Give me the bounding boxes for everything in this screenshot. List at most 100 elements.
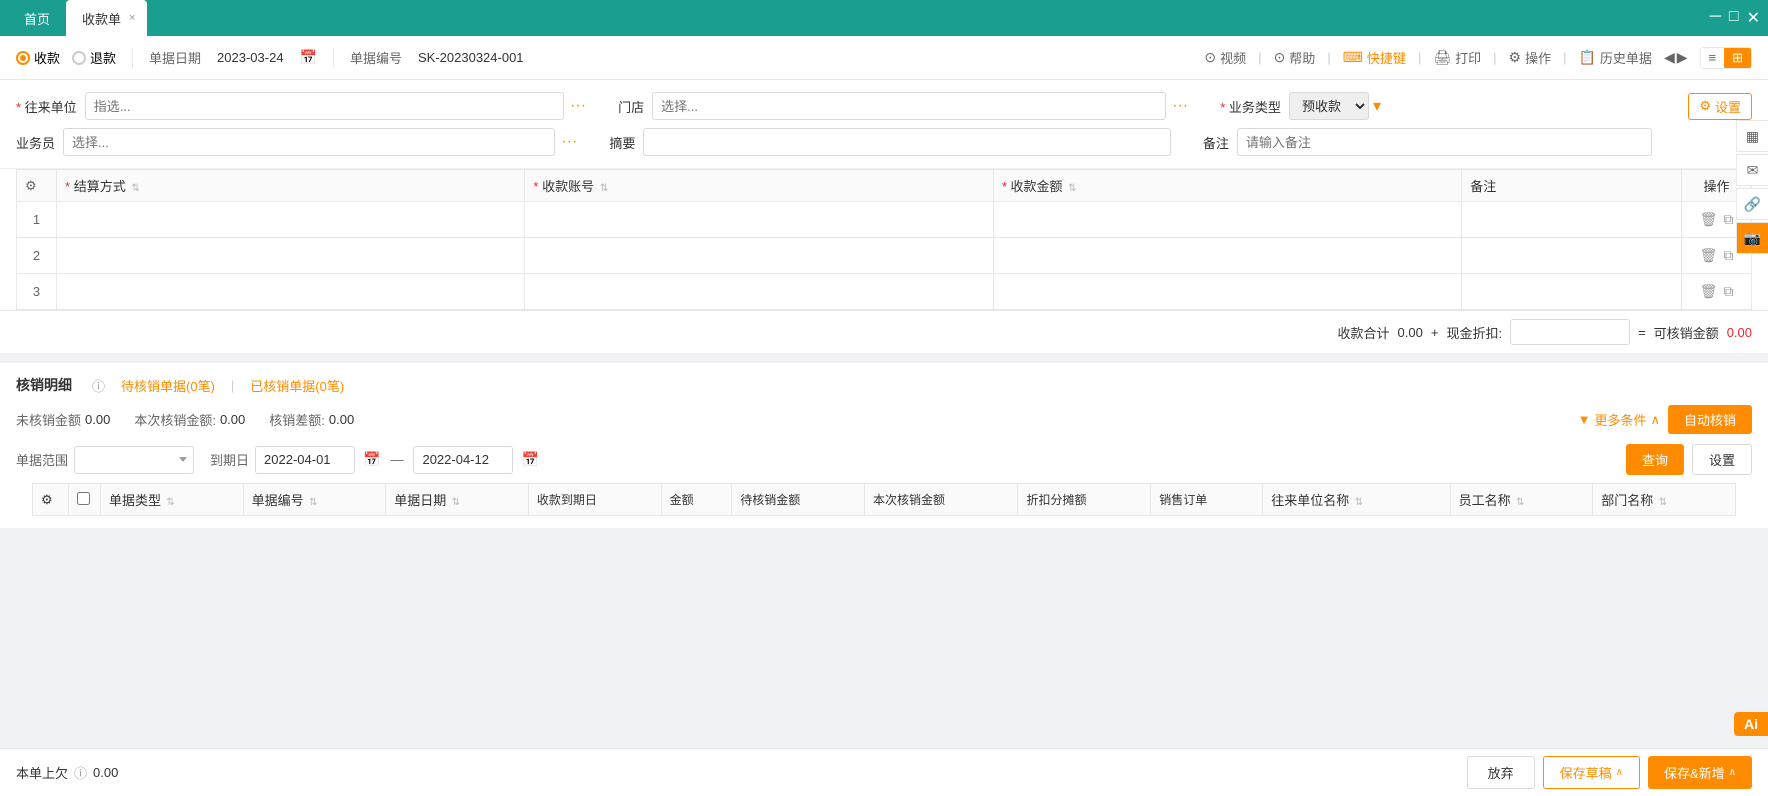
bth-department: 部门名称 ⇅ [1593, 484, 1736, 516]
row-2-note[interactable] [1462, 238, 1682, 274]
counterpart-input[interactable] [85, 92, 564, 120]
save-draft-btn[interactable]: 保存草稿 ∧ [1543, 756, 1640, 789]
date-end-icon[interactable]: 📅 [521, 451, 538, 468]
footer-right: 放弃 保存草稿 ∧ 保存&新增 ∧ [1467, 756, 1752, 789]
row-2-settle[interactable] [57, 238, 525, 274]
list-view-btn[interactable]: ≡ [1701, 48, 1725, 68]
sort-account-icon: ⇅ [600, 183, 608, 194]
row-1-copy-icon[interactable]: ⧉ [1723, 211, 1733, 228]
query-btn[interactable]: 查询 [1626, 444, 1684, 475]
discount-input[interactable] [1510, 319, 1630, 345]
writeoff-info-icon[interactable]: ⓘ [92, 376, 105, 395]
store-more-icon[interactable]: ··· [1172, 97, 1188, 115]
row-2-copy-icon[interactable]: ⧉ [1723, 247, 1733, 264]
more-filter-btn[interactable]: ▼ 更多条件 ∧ [1578, 410, 1660, 429]
total-equal: = [1638, 325, 1646, 340]
tab-home[interactable]: 首页 [8, 0, 66, 36]
note-input[interactable] [1237, 128, 1652, 156]
save-draft-label: 保存草稿 [1560, 763, 1612, 782]
bill-date-label: 单据日期 [149, 48, 201, 67]
save-new-btn[interactable]: 保存&新增 ∧ [1648, 756, 1752, 789]
total-value-1: 0.00 [1398, 325, 1423, 340]
row-2-account[interactable] [525, 238, 993, 274]
toolbar: 收款 退款 单据日期 2023-03-24 📅 单据编号 SK-20230324… [0, 36, 1768, 80]
keyboard-icon: ⌨ [1343, 49, 1363, 66]
sidebar-camera-icon[interactable]: 📷 [1736, 222, 1768, 254]
row-1-delete-icon[interactable]: 🗑 [1700, 211, 1718, 228]
row-2-delete-icon[interactable]: 🗑 [1700, 247, 1718, 264]
counterpart-more-icon[interactable]: ··· [570, 97, 586, 115]
filter-settings-btn[interactable]: 设置 [1692, 444, 1752, 475]
business-type-chevron[interactable]: ▾ [1373, 96, 1381, 116]
sidebar-table-icon[interactable]: ▦ [1736, 120, 1768, 152]
form-row-2: 业务员 ··· 摘要 备注 [16, 128, 1752, 156]
row-1-settle[interactable] [57, 202, 525, 238]
total-value-3: 0.00 [1727, 325, 1752, 340]
video-btn[interactable]: ⊙ 视频 [1204, 48, 1246, 67]
date-start-icon[interactable]: 📅 [363, 451, 380, 468]
calendar-icon[interactable]: 📅 [300, 49, 317, 66]
bottom-table-gear-icon[interactable]: ⚙ [41, 492, 53, 507]
operation-btn[interactable]: ⚙ 操作 [1509, 48, 1552, 67]
print-btn[interactable]: 🖨 打印 [1433, 48, 1481, 67]
tab-done[interactable]: 已核销单据(0笔) [250, 376, 344, 395]
filter-range-select[interactable] [74, 446, 194, 474]
divider-2 [333, 48, 334, 68]
right-sidebar: ▦ ✉ 🔗 📷 [1736, 120, 1768, 254]
business-type-select[interactable]: 预收款 [1289, 92, 1369, 120]
stat-unclaimed: 未核销金额 0.00 [16, 410, 110, 429]
bill-no-label: 单据编号 [350, 48, 402, 67]
nav-prev-icon[interactable]: ◀ [1664, 49, 1675, 66]
filter-date-end[interactable] [413, 446, 513, 474]
radio-receive[interactable]: 收款 [16, 48, 60, 67]
tab-close-icon[interactable]: × [129, 12, 135, 24]
row-3-copy-icon[interactable]: ⧉ [1723, 283, 1733, 300]
grid-view-btn[interactable]: ⊞ [1724, 48, 1751, 68]
sort-type-icon: ⇅ [166, 497, 174, 508]
sort-dept-icon: ⇅ [1659, 497, 1667, 508]
window-minimize-icon[interactable]: ─ [1710, 8, 1721, 28]
bth-counterpart: 往来单位名称 ⇅ [1263, 484, 1450, 516]
radio-receive-label: 收款 [34, 48, 60, 67]
row-3-action-icons: 🗑 ⧉ [1690, 283, 1743, 300]
store-input[interactable] [652, 92, 1166, 120]
filter-range-label: 单据范围 [16, 450, 68, 469]
nav-next-icon[interactable]: ▶ [1677, 49, 1688, 66]
window-maximize-icon[interactable]: □ [1729, 8, 1739, 28]
row-3-note[interactable] [1462, 274, 1682, 310]
filter-date-start[interactable] [255, 446, 355, 474]
row-3-delete-icon[interactable]: 🗑 [1700, 283, 1718, 300]
summary-input[interactable] [643, 128, 1170, 156]
radio-refund[interactable]: 退款 [72, 48, 116, 67]
filter-due-label: 到期日 [210, 450, 249, 469]
form-section-top: * 往来单位 ··· 门店 ··· * 业务类型 预收款 ▾ [0, 80, 1768, 169]
bth-amount: 金额 [661, 484, 732, 516]
abandon-btn[interactable]: 放弃 [1467, 756, 1535, 789]
this-order-label: 本单上欠 [16, 763, 68, 782]
history-btn[interactable]: 📋 历史单据 [1578, 48, 1651, 67]
salesperson-input[interactable] [63, 128, 555, 156]
row-1-account[interactable] [525, 202, 993, 238]
sidebar-mail-icon[interactable]: ✉ [1736, 154, 1768, 186]
row-3-amount[interactable] [993, 274, 1461, 310]
sort-date-icon: ⇅ [452, 497, 460, 508]
shortcut-btn[interactable]: ⌨ 快捷键 [1343, 48, 1406, 67]
row-2-amount[interactable] [993, 238, 1461, 274]
row-1-amount[interactable] [993, 202, 1461, 238]
stat-current: 本次核销金额: 0.00 [134, 410, 245, 429]
bth-current: 本次核销金额 [865, 484, 1018, 516]
select-all-checkbox[interactable] [77, 492, 90, 505]
salesperson-more-icon[interactable]: ··· [561, 133, 577, 151]
settings-button[interactable]: ⚙ 设置 [1688, 93, 1752, 120]
sidebar-link-icon[interactable]: 🔗 [1736, 188, 1768, 220]
tab-pending[interactable]: 待核销单据(0笔) [121, 376, 215, 395]
row-3-account[interactable] [525, 274, 993, 310]
row-1-note[interactable] [1462, 202, 1682, 238]
row-3-settle[interactable] [57, 274, 525, 310]
ai-badge[interactable]: Ai [1734, 712, 1768, 736]
auto-writeoff-btn[interactable]: 自动核销 [1668, 405, 1752, 434]
window-close-icon[interactable]: ✕ [1747, 8, 1760, 28]
table-gear-icon[interactable]: ⚙ [25, 178, 37, 193]
help-btn[interactable]: ⊙ 帮助 [1274, 48, 1316, 67]
tab-active[interactable]: 收款单 × [66, 0, 147, 36]
